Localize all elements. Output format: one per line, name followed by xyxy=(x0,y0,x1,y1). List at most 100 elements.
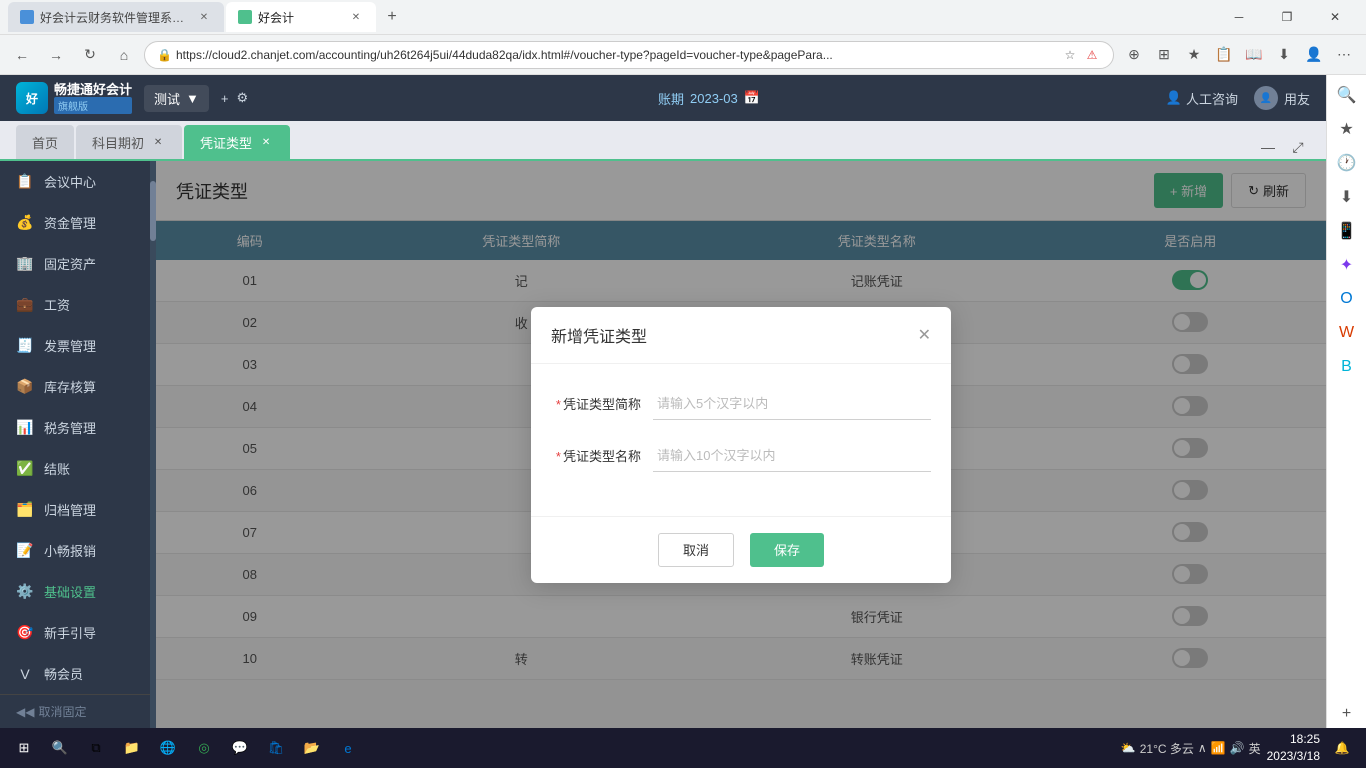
sidebar-item-funds[interactable]: 💰 资金管理 xyxy=(0,202,150,243)
collections-icon[interactable]: 📋 xyxy=(1210,41,1238,69)
tab-home[interactable]: 首页 xyxy=(16,125,74,159)
salary-icon: 💼 xyxy=(16,296,34,314)
taskbar-edge[interactable]: 🌐 xyxy=(152,732,184,764)
settings-icon-btn[interactable]: ⚙ xyxy=(237,90,249,106)
sidebar-footer[interactable]: ◀◀ 取消固定 xyxy=(0,694,150,728)
browser-title-bar: 好会计云财务软件管理系统_会计 ✕ 好会计 ✕ + － ❐ ✕ xyxy=(0,0,1366,35)
sidebar-item-invoice[interactable]: 🧾 发票管理 xyxy=(0,325,150,366)
tab-label-1: 好会计云财务软件管理系统_会计 xyxy=(40,9,190,26)
edge-bing-chat-icon[interactable]: ✦ xyxy=(1331,249,1363,281)
sidebar-item-expense[interactable]: 📝 小畅报销 xyxy=(0,530,150,571)
edge-history-icon[interactable]: 🕐 xyxy=(1331,147,1363,179)
taskbar-store[interactable]: 🛍 xyxy=(260,732,292,764)
archive-icon: 🗂️ xyxy=(16,501,34,519)
header-right: 👤 人工咨询 👤 用友 xyxy=(1166,86,1310,110)
sidebar-footer-label: 取消固定 xyxy=(38,703,86,720)
immersive-reader-icon[interactable]: 📖 xyxy=(1240,41,1268,69)
tab-close-1[interactable]: ✕ xyxy=(196,9,212,25)
tab-maximize-btn[interactable]: ⤢ xyxy=(1286,135,1310,159)
taskbar-notification[interactable]: 🔔 xyxy=(1326,732,1358,764)
tab-subject-close[interactable]: ✕ xyxy=(150,134,166,150)
taskbar-folder[interactable]: 📂 xyxy=(296,732,328,764)
sidebar-item-assets[interactable]: 🏢 固定资产 xyxy=(0,243,150,284)
edge-outlook-icon[interactable]: O xyxy=(1331,283,1363,315)
new-tab-button[interactable]: + xyxy=(378,3,406,31)
taskbar-chrome[interactable]: ◎ xyxy=(188,732,220,764)
browser-tab-2[interactable]: 好会计 ✕ xyxy=(226,2,376,32)
guide-icon: 🎯 xyxy=(16,624,34,642)
tab-subject[interactable]: 科目期初 ✕ xyxy=(76,125,182,159)
sidebar-item-settings[interactable]: ⚙️ 基础设置 xyxy=(0,571,150,612)
browser-tab-1[interactable]: 好会计云财务软件管理系统_会计 ✕ xyxy=(8,2,224,32)
forward-button[interactable]: → xyxy=(42,41,70,69)
weather-icon: ⛅ xyxy=(1121,741,1136,755)
tab-voucher-type[interactable]: 凭证类型 ✕ xyxy=(184,125,290,159)
refresh-button[interactable]: ↻ xyxy=(76,41,104,69)
profile-icon[interactable]: 👤 xyxy=(1300,41,1328,69)
alert-icon[interactable]: ⚠ xyxy=(1083,46,1101,64)
start-button[interactable]: ⊞ xyxy=(8,732,40,764)
edge-search-icon[interactable]: 🔍 xyxy=(1331,79,1363,111)
tab-voucher-type-close[interactable]: ✕ xyxy=(258,134,274,150)
tab-subject-label: 科目期初 xyxy=(92,133,144,152)
modal-close-icon[interactable]: ✕ xyxy=(918,325,931,345)
sidebar-item-settle[interactable]: ✅ 结账 xyxy=(0,448,150,489)
add-icon-btn[interactable]: + xyxy=(221,91,229,106)
funds-icon: 💰 xyxy=(16,214,34,232)
close-button[interactable]: ✕ xyxy=(1312,2,1358,32)
sidebar-item-archive-label: 归档管理 xyxy=(44,500,96,519)
extensions-icon[interactable]: ⊕ xyxy=(1120,41,1148,69)
edge-downloads-icon[interactable]: ⬇ xyxy=(1331,181,1363,213)
period-value: 2023-03 xyxy=(690,91,738,106)
settings-more-icon[interactable]: ⋯ xyxy=(1330,41,1358,69)
edge-bing-icon[interactable]: B xyxy=(1331,351,1363,383)
org-selector[interactable]: 测试 ▼ xyxy=(144,85,209,112)
maximize-button[interactable]: ❐ xyxy=(1264,2,1310,32)
abbr-form-row: 凭证类型简称 xyxy=(551,388,931,420)
downloads-icon[interactable]: ⬇ xyxy=(1270,41,1298,69)
user-info[interactable]: 👤 用友 xyxy=(1254,86,1310,110)
sidebar-item-funds-label: 资金管理 xyxy=(44,213,96,232)
sidebar-item-member[interactable]: V 畅会员 xyxy=(0,653,150,694)
tab-minimize-btn[interactable]: — xyxy=(1256,135,1280,159)
abbr-input[interactable] xyxy=(653,388,931,420)
edge-favorites-icon[interactable]: ★ xyxy=(1331,113,1363,145)
sidebar-item-archive[interactable]: 🗂️ 归档管理 xyxy=(0,489,150,530)
name-input[interactable] xyxy=(653,440,931,472)
taskbar-task-view[interactable]: ⧉ xyxy=(80,732,112,764)
invoice-icon: 🧾 xyxy=(16,337,34,355)
sidebar-item-dashboard-label: 会议中心 xyxy=(44,172,96,191)
period-label: 账期 xyxy=(658,89,684,108)
home-button[interactable]: ⌂ xyxy=(110,41,138,69)
lang-btn[interactable]: 英 xyxy=(1249,740,1261,757)
taskbar-wechat[interactable]: 💬 xyxy=(224,732,256,764)
edge-apps-icon[interactable]: 📱 xyxy=(1331,215,1363,247)
sidebar-item-salary[interactable]: 💼 工资 xyxy=(0,284,150,325)
sidebar-item-inventory-label: 库存核算 xyxy=(44,377,96,396)
sidebar-item-guide[interactable]: 🎯 新手引导 xyxy=(0,612,150,653)
split-screen-icon[interactable]: ⊞ xyxy=(1150,41,1178,69)
cancel-button[interactable]: 取消 xyxy=(658,533,734,567)
back-button[interactable]: ← xyxy=(8,41,36,69)
favorites-icon[interactable]: ★ xyxy=(1180,41,1208,69)
taskbar-search[interactable]: 🔍 xyxy=(44,732,76,764)
app-header: 好 畅捷通好会计 旗舰版 测试 ▼ + ⚙ 账期 2023-03 📅 👤 人工咨… xyxy=(0,75,1326,121)
address-box[interactable]: 🔒 https://cloud2.chanjet.com/accounting/… xyxy=(144,41,1114,69)
edge-add-sidebar-icon[interactable]: + xyxy=(1331,698,1363,730)
app-container: 好 畅捷通好会计 旗舰版 测试 ▼ + ⚙ 账期 2023-03 📅 👤 人工咨… xyxy=(0,75,1326,728)
abbr-label: 凭证类型简称 xyxy=(551,394,641,413)
sidebar-item-tax[interactable]: 📊 税务管理 xyxy=(0,407,150,448)
taskbar-edge2[interactable]: e xyxy=(332,732,364,764)
settings-icon: ⚙️ xyxy=(16,583,34,601)
edge-office-icon[interactable]: W xyxy=(1331,317,1363,349)
content-area: 凭证类型 + 新增 ↻ 刷新 编码 凭 xyxy=(156,161,1326,728)
consult-btn[interactable]: 👤 人工咨询 xyxy=(1166,89,1238,108)
tab-close-2[interactable]: ✕ xyxy=(348,9,364,25)
sidebar-item-inventory[interactable]: 📦 库存核算 xyxy=(0,366,150,407)
taskbar-time[interactable]: 18:25 2023/3/18 xyxy=(1267,731,1320,765)
bookmark-icon[interactable]: ☆ xyxy=(1061,46,1079,64)
sidebar-item-dashboard[interactable]: 📋 会议中心 xyxy=(0,161,150,202)
taskbar-file-explorer[interactable]: 📁 xyxy=(116,732,148,764)
save-button[interactable]: 保存 xyxy=(750,533,824,567)
minimize-button[interactable]: － xyxy=(1216,2,1262,32)
